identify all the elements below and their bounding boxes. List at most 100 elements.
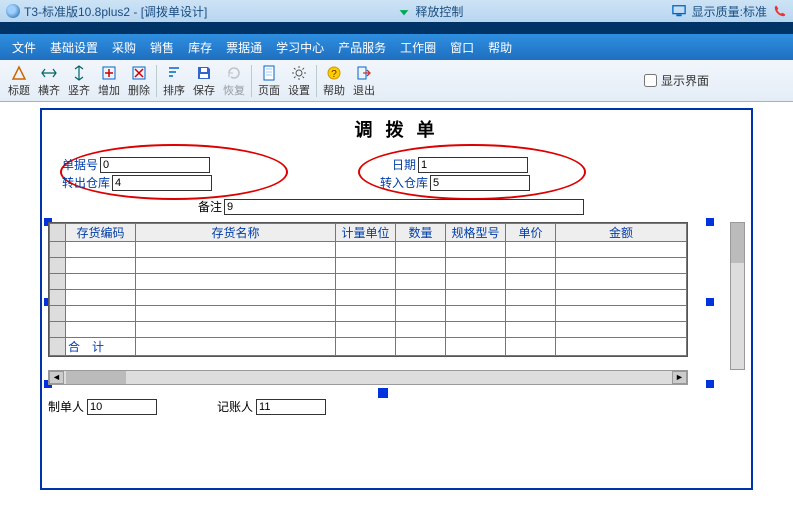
show-ui-label: 显示界面 bbox=[661, 72, 709, 89]
date-input[interactable] bbox=[418, 157, 528, 173]
table-row[interactable] bbox=[50, 242, 687, 258]
toolbar-sep bbox=[156, 65, 157, 97]
sort-icon bbox=[165, 64, 183, 82]
hscroll-left-arrow[interactable]: ◄ bbox=[49, 371, 64, 384]
menu-stock[interactable]: 库存 bbox=[188, 39, 212, 56]
field-maker[interactable]: 制单人 bbox=[48, 398, 157, 415]
col-code[interactable]: 存货编码 bbox=[66, 224, 136, 242]
release-control[interactable]: 释放控制 bbox=[397, 3, 463, 20]
tb-label: 帮助 bbox=[323, 82, 345, 98]
tb-exit[interactable]: 退出 bbox=[349, 64, 379, 98]
tb-label: 退出 bbox=[353, 82, 375, 98]
release-label: 释放控制 bbox=[415, 3, 463, 20]
field-remark[interactable]: 备注 bbox=[198, 198, 584, 215]
menu-window[interactable]: 窗口 bbox=[450, 39, 474, 56]
tb-page[interactable]: 页面 bbox=[254, 64, 284, 98]
row-corner bbox=[50, 224, 66, 242]
hscroll-thumb[interactable] bbox=[66, 371, 126, 384]
menu-workcircle[interactable]: 工作圈 bbox=[400, 39, 436, 56]
page-icon bbox=[260, 64, 278, 82]
menu-basic[interactable]: 基础设置 bbox=[50, 39, 98, 56]
exit-icon bbox=[355, 64, 373, 82]
menu-purchase[interactable]: 采购 bbox=[112, 39, 136, 56]
help-icon: ? bbox=[325, 64, 343, 82]
save-icon bbox=[195, 64, 213, 82]
in-wh-input[interactable] bbox=[430, 175, 530, 191]
menu-bill[interactable]: 票据通 bbox=[226, 39, 262, 56]
header-row: 存货编码 存货名称 计量单位 数量 规格型号 单价 金额 bbox=[50, 224, 687, 242]
tb-halign[interactable]: 横齐 bbox=[34, 64, 64, 98]
col-unit[interactable]: 计量单位 bbox=[336, 224, 396, 242]
col-amount[interactable]: 金额 bbox=[556, 224, 687, 242]
table-row[interactable] bbox=[50, 258, 687, 274]
sel-handle-center[interactable] bbox=[378, 388, 388, 398]
footer-fields: 制单人 记账人 bbox=[48, 398, 326, 415]
maker-input[interactable] bbox=[87, 399, 157, 415]
total-label: 合 计 bbox=[66, 338, 136, 356]
menu-bar: 文件 基础设置 采购 销售 库存 票据通 学习中心 产品服务 工作圈 窗口 帮助 bbox=[0, 34, 793, 60]
field-in-wh[interactable]: 转入仓库 bbox=[380, 174, 530, 191]
add-icon bbox=[100, 64, 118, 82]
tb-del[interactable]: 删除 bbox=[124, 64, 154, 98]
tb-title[interactable]: 标题 bbox=[4, 64, 34, 98]
tb-sort[interactable]: 排序 bbox=[159, 64, 189, 98]
grid-hscroll[interactable]: ◄ ► bbox=[48, 370, 688, 385]
tb-label: 标题 bbox=[8, 82, 30, 98]
show-ui-cb-input[interactable] bbox=[644, 74, 657, 87]
menu-sales[interactable]: 销售 bbox=[150, 39, 174, 56]
form-title[interactable]: 调 拨 单 bbox=[42, 116, 751, 142]
tb-valign[interactable]: 竖齐 bbox=[64, 64, 94, 98]
remark-input[interactable] bbox=[224, 199, 584, 215]
tb-help[interactable]: ?帮助 bbox=[319, 64, 349, 98]
sel-handle[interactable] bbox=[706, 218, 714, 226]
table-row[interactable] bbox=[50, 290, 687, 306]
vscroll-thumb[interactable] bbox=[731, 223, 744, 263]
hscroll-right-arrow[interactable]: ► bbox=[672, 371, 687, 384]
tb-settings[interactable]: 设置 bbox=[284, 64, 314, 98]
quality-label: 显示质量: bbox=[692, 5, 743, 19]
field-out-wh[interactable]: 转出仓库 bbox=[62, 174, 212, 191]
tb-label: 删除 bbox=[128, 82, 150, 98]
col-name[interactable]: 存货名称 bbox=[136, 224, 336, 242]
toolbar: 标题 横齐 竖齐 增加 删除 排序 保存 恢复 页面 设置 ?帮助 退出 显示界… bbox=[0, 60, 793, 102]
sel-handle[interactable] bbox=[706, 298, 714, 306]
col-spec[interactable]: 规格型号 bbox=[446, 224, 506, 242]
field-poster[interactable]: 记账人 bbox=[217, 398, 326, 415]
tb-save[interactable]: 保存 bbox=[189, 64, 219, 98]
design-canvas[interactable]: 调 拨 单 单据号 转出仓库 日期 转入仓库 备注 存货编码 bbox=[40, 108, 753, 490]
pin-icon bbox=[397, 4, 411, 18]
date-label: 日期 bbox=[392, 156, 416, 173]
field-doc-no[interactable]: 单据号 bbox=[62, 156, 210, 173]
detail-grid[interactable]: 存货编码 存货名称 计量单位 数量 规格型号 单价 金额 合 计 bbox=[48, 222, 688, 357]
restore-icon bbox=[225, 64, 243, 82]
show-ui-checkbox[interactable]: 显示界面 bbox=[644, 72, 709, 89]
valign-icon bbox=[70, 64, 88, 82]
phone-icon[interactable] bbox=[773, 4, 787, 18]
table-row[interactable] bbox=[50, 274, 687, 290]
tb-add[interactable]: 增加 bbox=[94, 64, 124, 98]
col-qty[interactable]: 数量 bbox=[396, 224, 446, 242]
out-wh-label: 转出仓库 bbox=[62, 174, 110, 191]
menu-file[interactable]: 文件 bbox=[12, 39, 36, 56]
sel-handle[interactable] bbox=[706, 380, 714, 388]
toolbar-sep bbox=[251, 65, 252, 97]
menu-product[interactable]: 产品服务 bbox=[338, 39, 386, 56]
out-wh-input[interactable] bbox=[112, 175, 212, 191]
doc-no-input[interactable] bbox=[100, 157, 210, 173]
grid-vscroll[interactable] bbox=[730, 222, 745, 370]
menu-help[interactable]: 帮助 bbox=[488, 39, 512, 56]
total-row: 合 计 bbox=[50, 338, 687, 356]
tb-label: 排序 bbox=[163, 82, 185, 98]
table-row[interactable] bbox=[50, 306, 687, 322]
field-date[interactable]: 日期 bbox=[392, 156, 528, 173]
table-row[interactable] bbox=[50, 322, 687, 338]
monitor-icon[interactable] bbox=[672, 4, 686, 18]
menu-learn[interactable]: 学习中心 bbox=[276, 39, 324, 56]
toolbar-sep bbox=[316, 65, 317, 97]
tb-restore[interactable]: 恢复 bbox=[219, 64, 249, 98]
col-price[interactable]: 单价 bbox=[506, 224, 556, 242]
detail-table[interactable]: 存货编码 存货名称 计量单位 数量 规格型号 单价 金额 合 计 bbox=[49, 223, 687, 356]
poster-input[interactable] bbox=[256, 399, 326, 415]
quality-widget[interactable]: 显示质量:标准 bbox=[692, 3, 767, 20]
settings-icon bbox=[290, 64, 308, 82]
